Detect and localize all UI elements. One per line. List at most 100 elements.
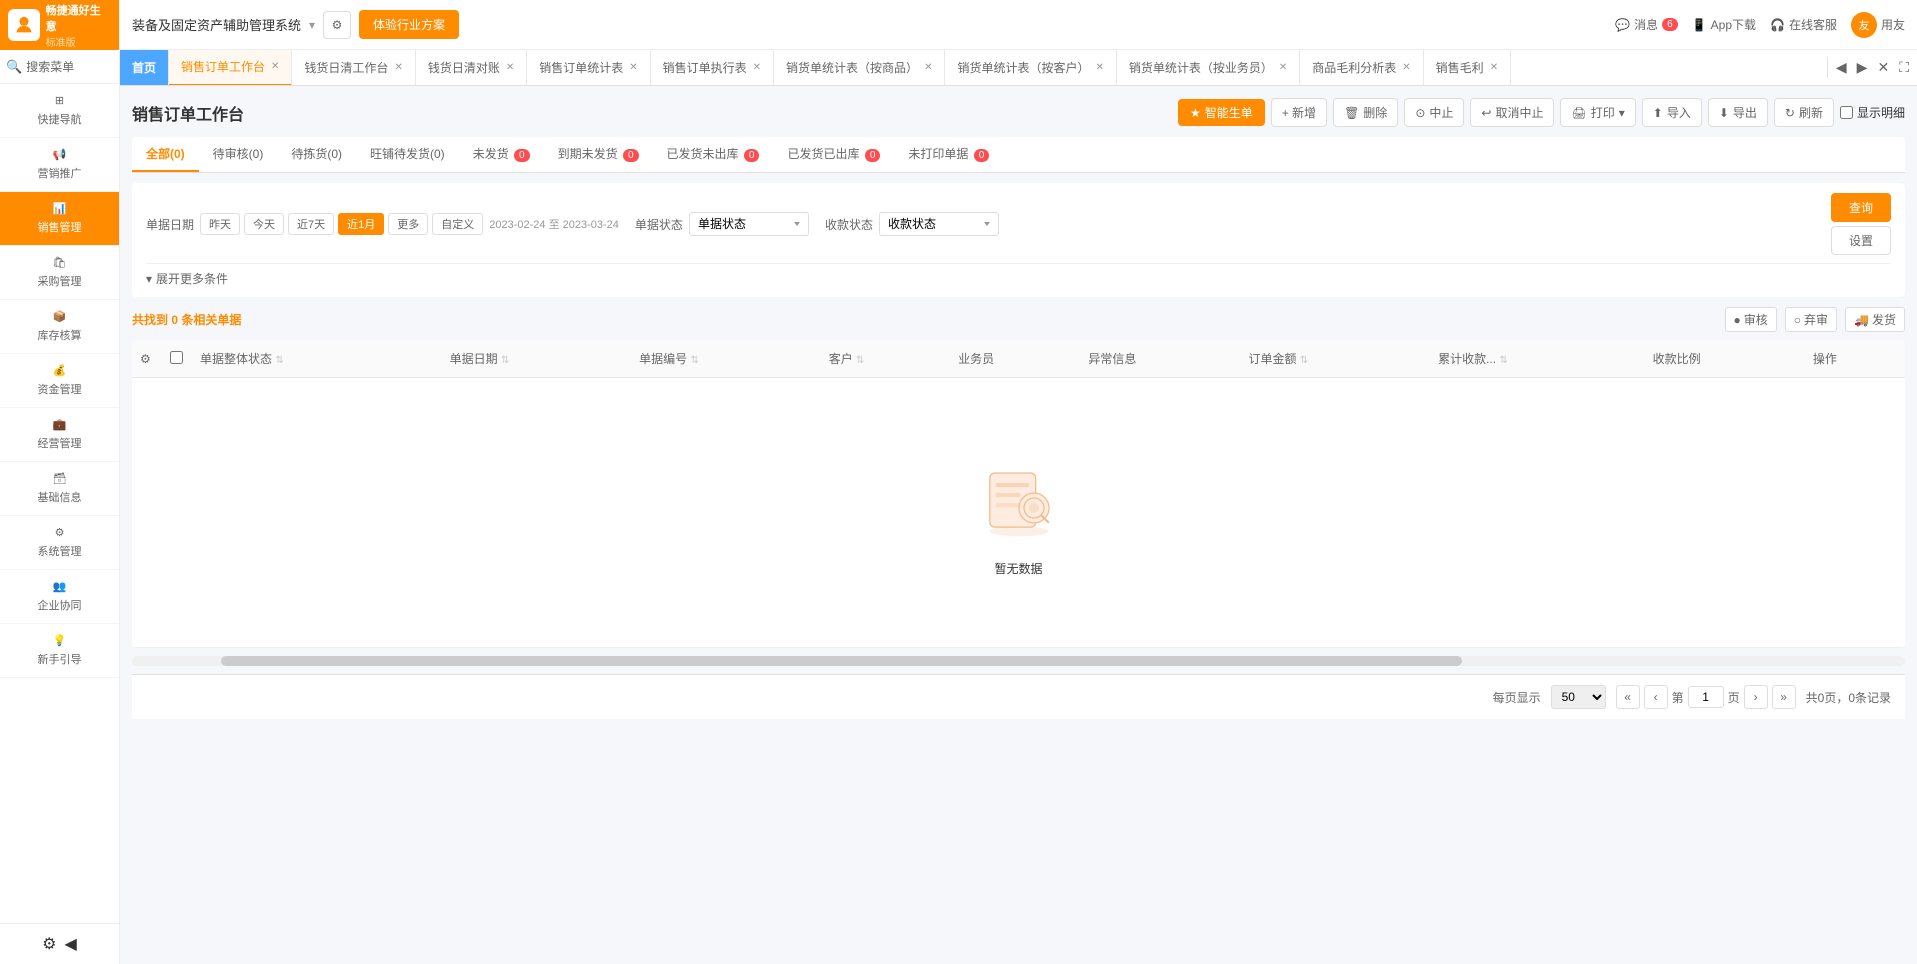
stop-btn[interactable]: ⊙ 中止 [1404,98,1464,127]
date-btn-7days[interactable]: 近7天 [288,213,334,235]
sub-tab-all[interactable]: 全部(0) [132,137,199,172]
sidebar-nav-item-collab[interactable]: 👥 企业协同 [0,570,119,624]
tab-close-all-icon[interactable]: ✕ [1873,57,1893,78]
page-next-btn[interactable]: › [1744,685,1768,709]
settings-icon[interactable]: ⚙ [42,934,56,954]
sub-tab-not-shipped[interactable]: 未发货 0 [459,137,544,172]
import-btn[interactable]: ⬆ 导入 [1642,98,1702,127]
delete-btn[interactable]: 🗑 删除 [1333,98,1398,127]
tab-sales-more[interactable]: 销售毛利 ✕ [1424,50,1511,86]
payment-filter: 收款状态 收款状态 [825,212,999,236]
sort-amount-icon[interactable]: ⇅ [1300,355,1308,366]
tab-sales-order[interactable]: 销售订单工作台 ✕ [169,50,292,86]
scrollbar-thumb[interactable] [221,656,1462,666]
tab-close-margin[interactable]: ✕ [1402,62,1410,73]
tab-stats-product[interactable]: 销货单统计表（按商品） ✕ [774,50,945,86]
date-btn-yesterday[interactable]: 昨天 [200,213,240,235]
horizontal-scrollbar[interactable] [132,656,1905,666]
payment-select[interactable]: 收款状态 [879,212,999,236]
sort-collected-icon[interactable]: ⇅ [1499,355,1507,366]
tab-margin[interactable]: 商品毛利分析表 ✕ [1300,50,1423,86]
tab-fullscreen-icon[interactable]: ⛶ [1895,57,1913,78]
sidebar-nav-item-guide[interactable]: 💡 新手引导 [0,624,119,678]
review-op-btn[interactable]: ● 审核 [1725,307,1777,332]
export-btn[interactable]: ⬇ 导出 [1708,98,1768,127]
sidebar-nav-item-sales[interactable]: 📊 销售管理 [0,192,119,246]
tab-close-sales-exec[interactable]: ✕ [753,62,761,73]
tab-next-icon[interactable]: ▶ [1853,57,1872,78]
tab-stats-customer[interactable]: 销货单统计表（按客户） ✕ [945,50,1116,86]
page-prev-btn[interactable]: ‹ [1644,685,1668,709]
column-settings-icon[interactable]: ⚙ [140,352,151,366]
set-btn[interactable]: 设置 [1831,226,1891,255]
sidebar-nav-item-purchase[interactable]: 🛍 采购管理 [0,246,119,300]
tab-home[interactable]: 首页 [120,50,169,86]
margin-tab-label: 商品毛利分析表 [1312,59,1396,76]
sidebar-nav-item-quick-nav[interactable]: ⊞ 快捷导航 [0,84,119,138]
sidebar-nav-item-finance[interactable]: 💰 资金管理 [0,354,119,408]
user-area[interactable]: 友 用友 [1851,12,1905,38]
sidebar-nav-item-inventory[interactable]: 📦 库存核算 [0,300,119,354]
page-last-btn[interactable]: » [1772,685,1796,709]
date-btn-custom[interactable]: 自定义 [432,213,483,235]
tab-close-sales-order[interactable]: ✕ [271,61,279,72]
tab-close-sales-stats[interactable]: ✕ [629,62,637,73]
print-btn[interactable]: 🖨 打印 ▾ [1560,98,1635,127]
th-settings[interactable]: ⚙ [132,340,162,378]
tab-prev-icon[interactable]: ◀ [1832,57,1851,78]
cancel-review-op-btn[interactable]: ○ 弃审 [1785,307,1837,332]
date-btn-today[interactable]: 今天 [244,213,284,235]
tab-close-stats-customer[interactable]: ✕ [1095,62,1103,73]
collapse-icon[interactable]: ◀ [65,934,77,954]
tab-cash-daily[interactable]: 钱货日清工作台 ✕ [292,50,415,86]
new-btn[interactable]: + 新增 [1271,98,1327,127]
tab-close-stats-staff[interactable]: ✕ [1279,62,1287,73]
page-first-btn[interactable]: « [1616,685,1640,709]
sort-status-icon[interactable]: ⇅ [275,355,283,366]
sort-number-icon[interactable]: ⇅ [691,355,699,366]
show-detail-checkbox[interactable] [1840,106,1853,119]
sub-tab-shipped-out[interactable]: 已发货已出库 0 [773,137,894,172]
tab-close-cash-reconcile[interactable]: ✕ [506,62,514,73]
sidebar-nav-item-marketing[interactable]: 📢 营销推广 [0,138,119,192]
sidebar-nav-item-base[interactable]: 🗃 基础信息 [0,462,119,516]
sidebar-nav-item-system[interactable]: ⚙ 系统管理 [0,516,119,570]
app-download-btn[interactable]: 📱 App下载 [1692,16,1756,33]
tab-sales-stats[interactable]: 销售订单统计表 ✕ [527,50,650,86]
tab-close-sales-more[interactable]: ✕ [1490,62,1498,73]
online-service-btn[interactable]: 🎧 在线客服 [1770,16,1837,33]
sidebar-nav-item-operations[interactable]: 💼 经营管理 [0,408,119,462]
tabbar-arrows: ◀ ▶ ✕ ⛶ [1827,57,1917,78]
page-title: 销售订单工作台 [132,101,244,125]
page-size-select[interactable]: 10 20 50 100 [1551,685,1606,709]
select-all-checkbox[interactable] [170,351,183,364]
topbar-settings-btn[interactable]: ⚙ [323,11,351,39]
refresh-btn[interactable]: ↻ 刷新 [1774,98,1834,127]
message-btn[interactable]: 💬 消息 6 [1615,16,1678,33]
date-btn-more[interactable]: 更多 [388,213,428,235]
status-select[interactable]: 单据状态 [689,212,809,236]
sub-tab-pending-review[interactable]: 待审核(0) [199,137,278,172]
sidebar-search[interactable]: 🔍 搜索菜单 [0,50,119,84]
tab-close-stats-product[interactable]: ✕ [924,62,932,73]
sub-tab-not-printed[interactable]: 未打印单据 0 [894,137,1003,172]
tab-close-cash-daily[interactable]: ✕ [394,62,402,73]
solution-btn[interactable]: 体验行业方案 [359,10,459,39]
tab-sales-exec[interactable]: 销售订单执行表 ✕ [651,50,774,86]
sub-tab-shipped-not-out[interactable]: 已发货未出库 0 [653,137,774,172]
sort-customer-icon[interactable]: ⇅ [856,355,864,366]
ship-op-btn[interactable]: 🚚 发货 [1845,307,1905,332]
sort-date-icon[interactable]: ⇅ [501,355,509,366]
cancel-stop-btn[interactable]: ↩ 取消中止 [1470,98,1554,127]
expand-more-btn[interactable]: ▾ 展开更多条件 [146,263,1891,287]
smart-create-btn[interactable]: ★ 智能生单 [1178,99,1265,126]
sub-tab-pending-inspect[interactable]: 待拣货(0) [277,137,356,172]
tab-cash-reconcile[interactable]: 钱货日清对账 ✕ [416,50,527,86]
sub-tab-wangpu[interactable]: 旺铺待发货(0) [356,137,459,172]
tab-stats-staff[interactable]: 销货单统计表（按业务员） ✕ [1117,50,1300,86]
page-input[interactable] [1688,686,1724,708]
date-btn-1month[interactable]: 近1月 [338,213,384,235]
query-btn[interactable]: 查询 [1831,193,1891,222]
show-detail-toggle[interactable]: 显示明细 [1840,104,1905,121]
sub-tab-overdue[interactable]: 到期未发货 0 [544,137,653,172]
